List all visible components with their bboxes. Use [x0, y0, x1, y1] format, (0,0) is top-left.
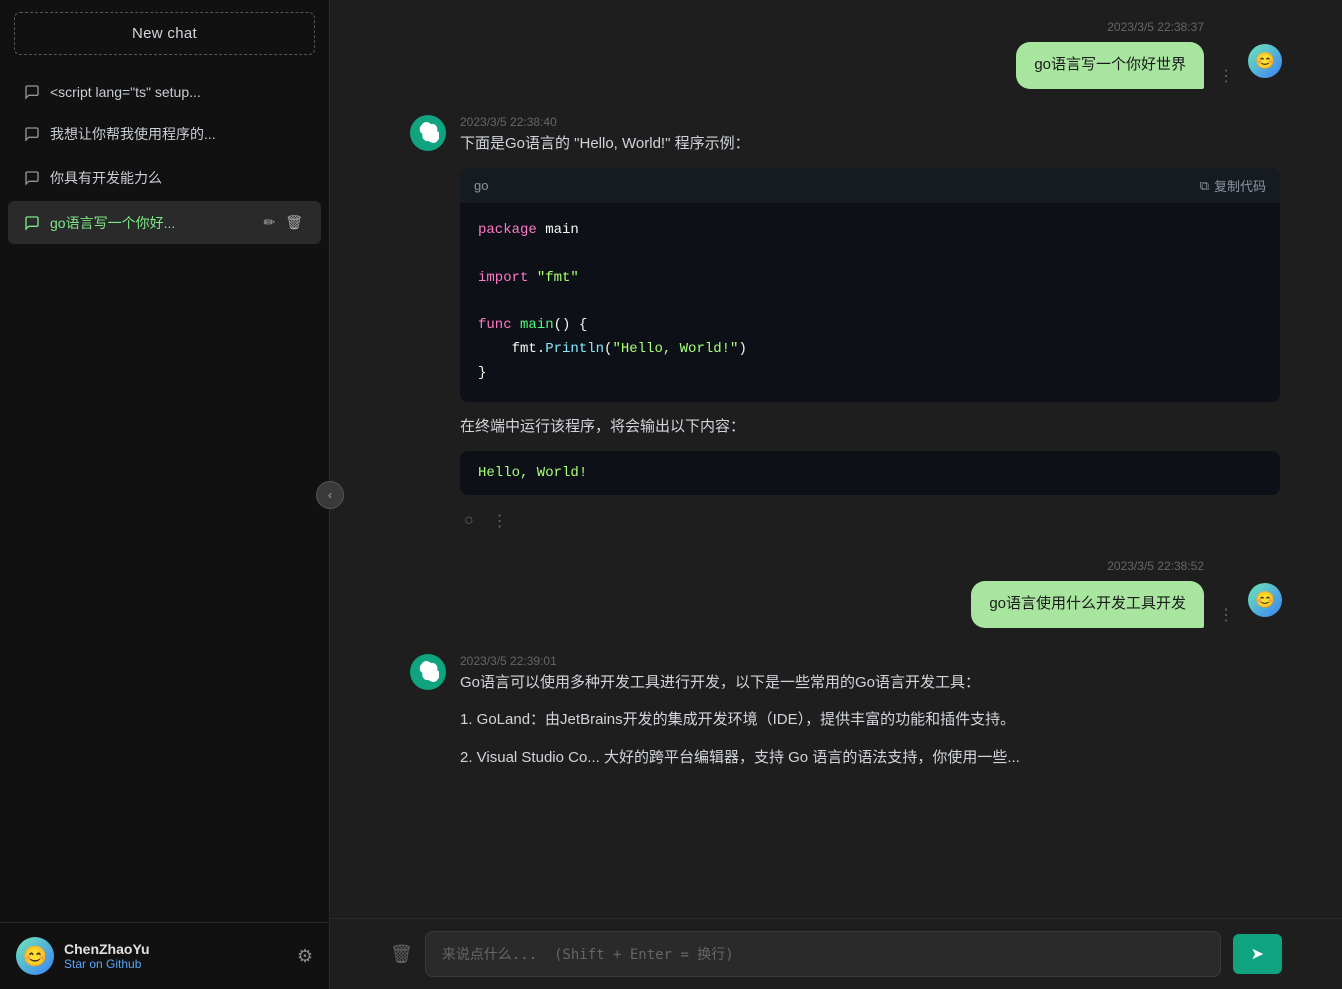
assistant-timestamp-1: 2023/3/5 22:38:40: [460, 115, 557, 129]
chat-icon-1: [24, 84, 40, 100]
sidebar: New chat <script lang="ts" setup... 我想让你…: [0, 0, 330, 989]
chat-item-actions-4: ✏ 🗑: [261, 212, 305, 233]
sidebar-footer: 😊 ChenZhaoYu Star on Github ⚙: [0, 922, 329, 989]
copy-label: 复制代码: [1214, 176, 1266, 195]
assistant-list-item-1: 1. GoLand：由JetBrains开发的集成开发环境（IDE），提供丰富的…: [460, 707, 1280, 733]
clear-input-button[interactable]: 🗑: [390, 944, 413, 965]
assistant-message-2: 2023/3/5 22:39:01 Go语言可以使用多种开发工具进行开发，以下是…: [410, 652, 1282, 783]
user-message-1: 2023/3/5 22:38:37 go语言写一个你好世界 ⋮ 😊: [410, 20, 1282, 89]
user-subtitle: Star on Github: [64, 957, 287, 971]
user-message-content-2: 2023/3/5 22:38:52 go语言使用什么开发工具开发: [971, 559, 1204, 628]
user-avatar-small-1: 😊: [1248, 44, 1282, 78]
code-block-1: go ⧉ 复制代码 package main import "fmt" func…: [460, 168, 1280, 402]
copy-code-button-1[interactable]: ⧉ 复制代码: [1200, 176, 1266, 195]
assistant-timestamp-2: 2023/3/5 22:39:01: [460, 654, 557, 668]
output-text: Hello, World!: [478, 465, 587, 481]
assistant-actions-1: ○ ⋮: [460, 507, 1280, 535]
subtitle-text: Star on: [64, 957, 106, 971]
assistant-outro-1: 在终端中运行该程序，将会输出以下内容：: [460, 414, 1280, 440]
chat-icon-4: [24, 215, 40, 231]
assistant-message-1: 2023/3/5 22:38:40 下面是Go语言的 "Hello, World…: [410, 113, 1282, 536]
chat-icon-2: [24, 126, 40, 142]
user-avatar-small-2: 😊: [1248, 583, 1282, 617]
chat-item-label-1: <script lang="ts" setup...: [50, 84, 305, 100]
assistant-intro-1: 下面是Go语言的 "Hello, World!" 程序示例：: [460, 131, 1280, 157]
chat-messages: 2023/3/5 22:38:37 go语言写一个你好世界 ⋮ 😊 2023/3…: [330, 0, 1342, 918]
user-info: ChenZhaoYu Star on Github: [64, 941, 287, 971]
chat-input-area: 🗑 ➤: [330, 918, 1342, 989]
assistant-avatar-1: [410, 115, 446, 151]
collapse-sidebar-button[interactable]: ‹: [316, 481, 344, 509]
user-avatar: 😊: [16, 937, 54, 975]
chat-item-label-3: 你具有开发能力么: [50, 168, 305, 188]
search-message-button[interactable]: ○: [460, 508, 478, 534]
chat-input[interactable]: [425, 931, 1221, 977]
chat-list: <script lang="ts" setup... 我想让你帮我使用程序的..…: [0, 67, 329, 922]
assistant-intro-2: Go语言可以使用多种开发工具进行开发，以下是一些常用的Go语言开发工具：: [460, 670, 1280, 696]
output-block-1: Hello, World!: [460, 451, 1280, 495]
main-chat-area: 2023/3/5 22:38:37 go语言写一个你好世界 ⋮ 😊 2023/3…: [330, 0, 1342, 989]
edit-chat-button[interactable]: ✏: [261, 212, 277, 233]
chat-item-label-4: go语言写一个你好...: [50, 213, 251, 233]
code-lang-label: go: [474, 178, 488, 193]
sidebar-item-2[interactable]: 我想让你帮我使用程序的...: [8, 113, 321, 155]
user-timestamp-1: 2023/3/5 22:38:37: [1107, 20, 1204, 34]
chat-item-label-2: 我想让你帮我使用程序的...: [50, 124, 305, 144]
user-timestamp-2: 2023/3/5 22:38:52: [1107, 559, 1204, 573]
assistant-message-content-1: 2023/3/5 22:38:40 下面是Go语言的 "Hello, World…: [460, 113, 1280, 536]
copy-icon: ⧉: [1200, 178, 1209, 194]
user-message-2: 2023/3/5 22:38:52 go语言使用什么开发工具开发 ⋮ 😊: [410, 559, 1282, 628]
code-content-1: package main import "fmt" func main() { …: [460, 203, 1280, 402]
sidebar-item-3[interactable]: 你具有开发能力么: [8, 157, 321, 199]
delete-chat-button[interactable]: 🗑: [283, 212, 305, 233]
username: ChenZhaoYu: [64, 941, 287, 957]
new-chat-button[interactable]: New chat: [14, 12, 315, 55]
sidebar-item-1[interactable]: <script lang="ts" setup...: [8, 73, 321, 111]
settings-button[interactable]: ⚙: [297, 946, 313, 967]
message-more-options[interactable]: ⋮: [488, 507, 512, 535]
user-message-options-2[interactable]: ⋮: [1214, 604, 1238, 628]
chat-icon-3: [24, 170, 40, 186]
assistant-list-item-2: 2. Visual Studio Co... 大好的跨平台编辑器，支持 Go 语…: [460, 745, 1280, 771]
send-button[interactable]: ➤: [1233, 934, 1282, 974]
assistant-message-content-2: 2023/3/5 22:39:01 Go语言可以使用多种开发工具进行开发，以下是…: [460, 652, 1280, 783]
github-link[interactable]: Github: [106, 957, 141, 971]
code-header-1: go ⧉ 复制代码: [460, 168, 1280, 203]
user-message-content-1: 2023/3/5 22:38:37 go语言写一个你好世界: [1016, 20, 1204, 89]
user-bubble-1: go语言写一个你好世界: [1016, 42, 1204, 89]
sidebar-item-4[interactable]: go语言写一个你好... ✏ 🗑: [8, 201, 321, 244]
user-message-options-1[interactable]: ⋮: [1214, 65, 1238, 89]
user-bubble-2: go语言使用什么开发工具开发: [971, 581, 1204, 628]
assistant-avatar-2: [410, 654, 446, 690]
